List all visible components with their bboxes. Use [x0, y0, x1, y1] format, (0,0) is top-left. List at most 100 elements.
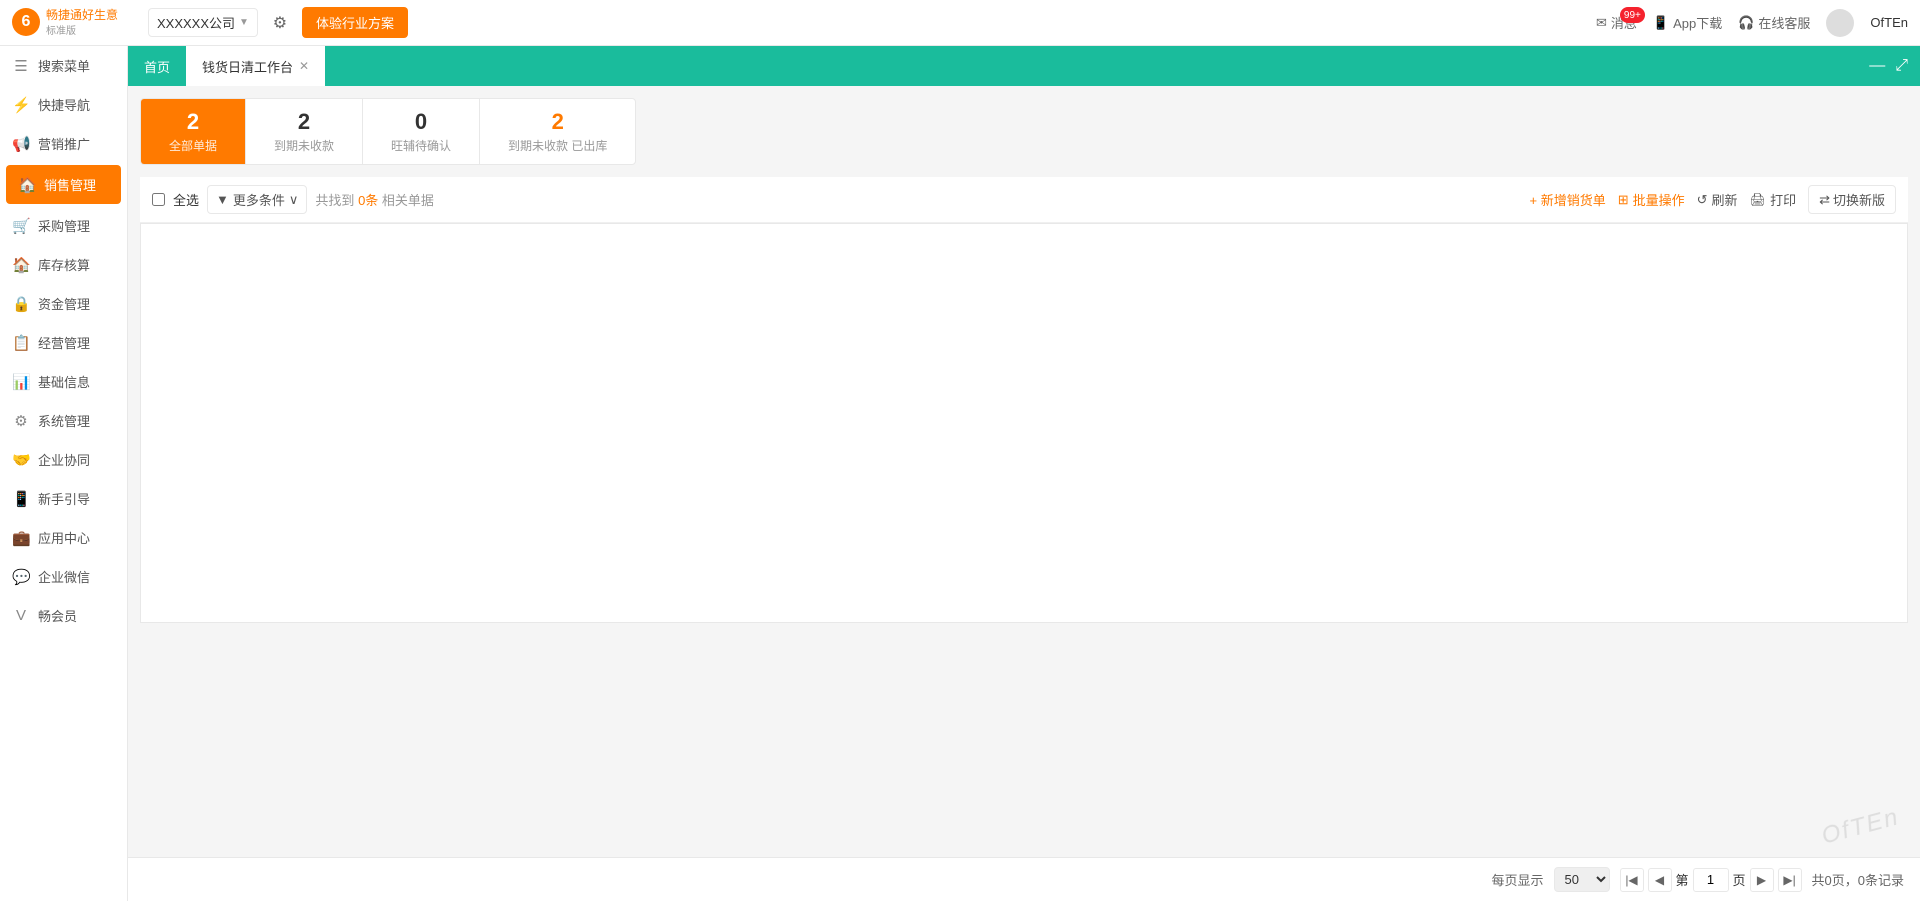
sidebar-item-marketing[interactable]: 📢 营销推广	[0, 124, 127, 163]
app-download-label: App下载	[1673, 13, 1722, 32]
app-name: 畅捷通好生意	[46, 8, 118, 22]
online-service-label: 在线客服	[1758, 13, 1810, 32]
sidebar: ☰ 搜索菜单 ⚡ 快捷导航 📢 营销推广 🏠 销售管理 🛒 采购管理 🏠 库存核…	[0, 46, 128, 901]
app-center-icon: 💼	[12, 529, 30, 547]
batch-operation-button[interactable]: ⊞ 批量操作	[1618, 190, 1685, 209]
filter-icon: ▼	[216, 192, 229, 207]
sidebar-item-system[interactable]: ⚙ 系统管理	[0, 401, 127, 440]
user-name-item[interactable]: OfTEn	[1870, 15, 1908, 30]
tab-home[interactable]: 首页	[128, 46, 186, 86]
sidebar-item-search-menu[interactable]: ☰ 搜索菜单	[0, 46, 127, 85]
app-download-item[interactable]: 📱 App下载	[1653, 13, 1722, 32]
avatar[interactable]	[1826, 9, 1854, 37]
service-icon: 🎧	[1738, 15, 1754, 31]
filter-button[interactable]: ▼ 更多条件 ∨	[207, 185, 307, 214]
stats-tabs: 2 全部单据 2 到期未收款 0 旺辅待确认 2 到期未收款 已出库	[140, 98, 636, 165]
stat-tab-pending[interactable]: 0 旺辅待确认	[363, 99, 480, 164]
sidebar-item-wechat[interactable]: 💬 企业微信	[0, 557, 127, 596]
trial-button[interactable]: 体验行业方案	[302, 7, 408, 38]
chevron-down-icon: ▼	[239, 17, 249, 28]
sidebar-item-purchase[interactable]: 🛒 采购管理	[0, 206, 127, 245]
per-page-label: 每页显示	[1491, 870, 1543, 889]
sidebar-label-member: 畅会员	[38, 606, 77, 625]
stat-num-shipped: 2	[508, 109, 607, 135]
sidebar-item-member[interactable]: V 畅会员	[0, 596, 127, 635]
sidebar-label-inventory: 库存核算	[38, 255, 90, 274]
next-page-button[interactable]: ▶	[1750, 868, 1774, 892]
table-area	[140, 223, 1908, 623]
tab-bar-right: — ⤢	[1869, 46, 1920, 86]
online-service-item[interactable]: 🎧 在线客服	[1738, 13, 1810, 32]
sidebar-item-enterprise[interactable]: 🤝 企业协同	[0, 440, 127, 479]
sidebar-item-finance[interactable]: 🔒 资金管理	[0, 284, 127, 323]
sidebar-item-operation[interactable]: 📋 经营管理	[0, 323, 127, 362]
stat-num-overdue: 2	[274, 109, 334, 135]
marketing-icon: 📢	[12, 135, 30, 153]
sidebar-label-sales: 销售管理	[44, 175, 96, 194]
batch-icon: ⊞	[1618, 192, 1629, 208]
print-icon: 🖨	[1750, 192, 1767, 208]
download-icon: 📱	[1653, 15, 1669, 31]
user-name: OfTEn	[1870, 15, 1908, 30]
switch-new-version-button[interactable]: ⇄ 切换新版	[1808, 185, 1896, 214]
tab-close-icon[interactable]: ✕	[299, 59, 309, 73]
finance-icon: 🔒	[12, 295, 30, 313]
main-content: 2 全部单据 2 到期未收款 0 旺辅待确认 2 到期未收款 已出库 全选	[128, 86, 1920, 901]
top-header: 6 畅捷通好生意 标准版 XXXXXX公司 ▼ ⚙ 体验行业方案 ✉ 消息 99…	[0, 0, 1920, 46]
app-sub: 标准版	[46, 22, 118, 37]
prev-page-button[interactable]: ◀	[1648, 868, 1672, 892]
page-number-input[interactable]	[1693, 868, 1729, 892]
select-all-label: 全选	[173, 190, 199, 209]
sidebar-item-basic-info[interactable]: 📊 基础信息	[0, 362, 127, 401]
stat-tab-overdue[interactable]: 2 到期未收款	[246, 99, 363, 164]
stat-label-overdue: 到期未收款	[274, 137, 334, 154]
stat-tab-shipped[interactable]: 2 到期未收款 已出库	[480, 99, 635, 164]
sidebar-item-inventory[interactable]: 🏠 库存核算	[0, 245, 127, 284]
filter-label: 更多条件	[233, 190, 285, 209]
page-suffix: 页	[1733, 870, 1746, 889]
menu-icon: ☰	[12, 57, 30, 75]
last-page-button[interactable]: ▶|	[1778, 868, 1802, 892]
tab-minimize-icon[interactable]: —	[1869, 57, 1885, 75]
toolbar-left: 全选 ▼ 更多条件 ∨ 共找到 0条 相关单据	[152, 185, 434, 214]
sidebar-item-quick-nav[interactable]: ⚡ 快捷导航	[0, 85, 127, 124]
sidebar-label-newbie: 新手引导	[38, 489, 90, 508]
total-info: 共0页，0条记录	[1812, 870, 1904, 889]
stat-tab-all[interactable]: 2 全部单据	[141, 99, 246, 164]
logo-text-area: 畅捷通好生意 标准版	[46, 8, 118, 37]
per-page-select[interactable]: 10 20 50 100	[1554, 867, 1610, 892]
sidebar-item-app-center[interactable]: 💼 应用中心	[0, 518, 127, 557]
logo-icon: 6	[12, 8, 40, 36]
sidebar-label-app-center: 应用中心	[38, 528, 90, 547]
switch-label: 切换新版	[1833, 190, 1885, 209]
message-item[interactable]: ✉ 消息 99+	[1596, 13, 1637, 32]
sidebar-label-system: 系统管理	[38, 411, 90, 430]
found-count: 0条	[358, 193, 378, 208]
header-right: ✉ 消息 99+ 📱 App下载 🎧 在线客服 OfTEn	[1596, 9, 1908, 37]
new-order-button[interactable]: + 新增销货单	[1529, 190, 1605, 209]
sidebar-label-basic-info: 基础信息	[38, 372, 90, 391]
purchase-icon: 🛒	[12, 217, 30, 235]
message-icon: ✉	[1596, 15, 1607, 31]
tab-work-bench-label: 钱货日清工作台	[202, 57, 293, 76]
wechat-icon: 💬	[12, 568, 30, 586]
tab-maximize-icon[interactable]: ⤢	[1895, 57, 1908, 75]
sidebar-item-newbie[interactable]: 📱 新手引导	[0, 479, 127, 518]
print-button[interactable]: 🖨 打印	[1750, 190, 1797, 209]
sidebar-label-wechat: 企业微信	[38, 567, 90, 586]
toolbar-right: + 新增销货单 ⊞ 批量操作 ↺ 刷新 🖨 打印 ⇄ 切换新版	[1529, 185, 1896, 214]
sidebar-item-sales[interactable]: 🏠 销售管理	[6, 165, 121, 204]
tab-work-bench[interactable]: 钱货日清工作台 ✕	[186, 46, 325, 86]
refresh-label: 刷新	[1712, 190, 1738, 209]
select-all-checkbox[interactable]	[152, 193, 165, 206]
content-inner: 2 全部单据 2 到期未收款 0 旺辅待确认 2 到期未收款 已出库 全选	[128, 86, 1920, 635]
tab-home-label: 首页	[144, 57, 170, 76]
basic-info-icon: 📊	[12, 373, 30, 391]
lightning-icon: ⚡	[12, 96, 30, 114]
stat-label-all: 全部单据	[169, 137, 217, 154]
company-selector[interactable]: XXXXXX公司 ▼	[148, 8, 258, 37]
refresh-button[interactable]: ↺ 刷新	[1697, 190, 1738, 209]
settings-icon[interactable]: ⚙	[266, 9, 294, 37]
first-page-button[interactable]: |◀	[1620, 868, 1644, 892]
tab-bar: 首页 钱货日清工作台 ✕ — ⤢	[128, 46, 1920, 86]
